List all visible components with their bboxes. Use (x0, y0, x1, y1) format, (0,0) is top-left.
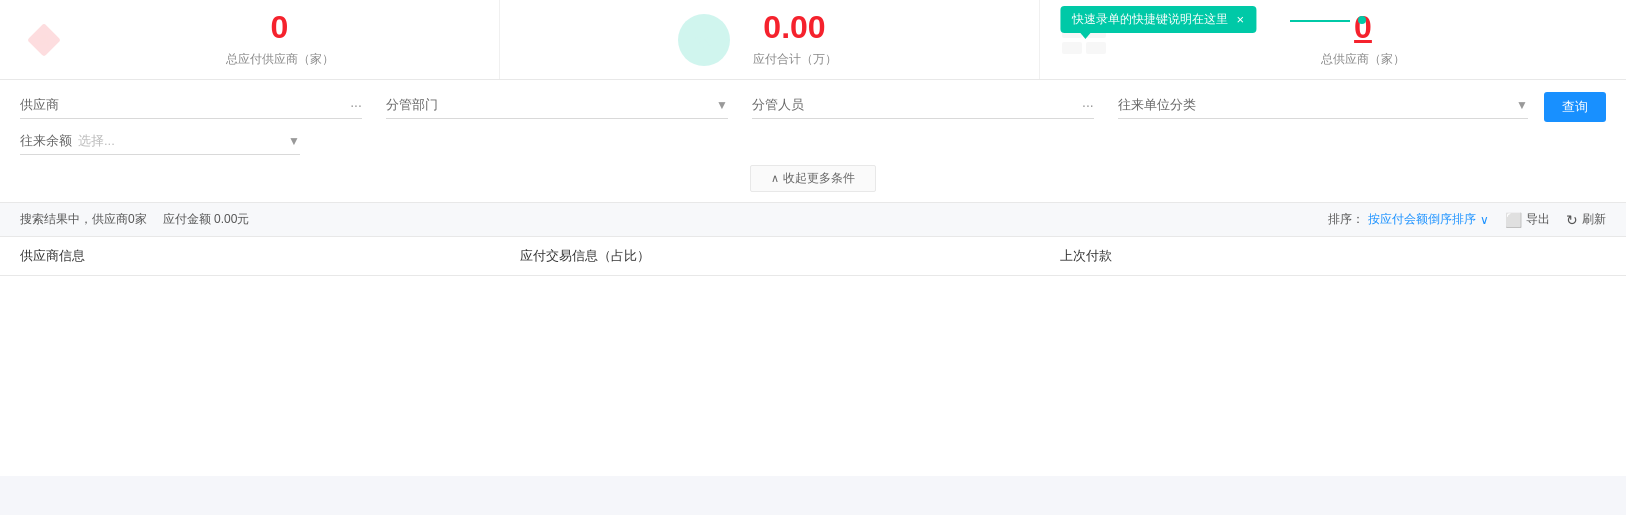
stat-payable-total: 米 0.00 应付合计（万） (500, 0, 1040, 79)
svg-text:供: 供 (38, 35, 50, 46)
balance-label: 往来余额 (20, 132, 72, 150)
unit-class-filter: 往来单位分类 ▼ (1118, 96, 1528, 119)
svg-text:米: 米 (695, 30, 713, 50)
total-payable-label: 总应付供应商（家） (226, 51, 334, 68)
results-actions: 排序： 按应付会额倒序排序 ∨ ⬜ 导出 ↻ 刷新 (1328, 211, 1606, 228)
filter-row-2: 往来余额 选择... ▼ (20, 132, 1606, 155)
pig-icon: 米 (674, 10, 734, 70)
balance-filter: 往来余额 选择... ▼ (20, 132, 300, 155)
supplier-input[interactable] (65, 97, 346, 112)
unit-class-input[interactable] (1202, 97, 1516, 112)
tooltip-bubble: 快速录单的快捷键说明在这里 × (1060, 6, 1256, 33)
refresh-btn[interactable]: ↻ 刷新 (1566, 211, 1606, 228)
supplier-dots-btn[interactable]: ··· (350, 97, 362, 113)
unit-class-label: 往来单位分类 (1118, 96, 1196, 114)
filter-row-1: 供应商 ··· 分管部门 ▼ 分管人员 ··· 往来单位分类 ▼ 查询 (20, 92, 1606, 122)
tooltip-close-btn[interactable]: × (1236, 12, 1244, 27)
person-dots-btn[interactable]: ··· (1082, 97, 1094, 113)
department-input[interactable] (444, 97, 716, 112)
export-icon: ⬜ (1505, 212, 1522, 228)
stats-bar: 供 0 总应付供应商（家） 米 0.00 应付合计（万） 快速录单的快捷键说明在… (0, 0, 1626, 80)
sort-label: 排序： (1328, 211, 1364, 228)
collapse-label: 收起更多条件 (783, 170, 855, 187)
sort-control[interactable]: 排序： 按应付会额倒序排序 ∨ (1328, 211, 1489, 228)
sort-chevron-icon: ∨ (1480, 213, 1489, 227)
query-button[interactable]: 查询 (1544, 92, 1606, 122)
collapse-btn[interactable]: ∧ 收起更多条件 (750, 165, 876, 192)
table-header: 供应商信息 应付交易信息（占比） 上次付款 (0, 237, 1626, 276)
col-supplier-header: 供应商信息 (20, 247, 520, 265)
refresh-label: 刷新 (1582, 211, 1606, 228)
tooltip-connector-dot (1358, 16, 1366, 24)
results-count: 搜索结果中，供应商0家 (20, 211, 147, 228)
svg-rect-6 (1062, 42, 1082, 54)
supplier-filter: 供应商 ··· (20, 96, 362, 119)
total-payable-value: 0 (271, 11, 289, 43)
department-filter: 分管部门 ▼ (386, 96, 728, 119)
col-last-payment-header: 上次付款 (1060, 247, 1606, 265)
stat-total-suppliers: 快速录单的快捷键说明在这里 × 0 总供应商（家） (1040, 0, 1626, 79)
collapse-arrow-icon: ∧ (771, 172, 779, 185)
tooltip-connector-line (1290, 20, 1350, 22)
payable-total-label: 应付合计（万） (753, 51, 837, 68)
sort-option: 按应付会额倒序排序 (1368, 211, 1476, 228)
department-label: 分管部门 (386, 96, 438, 114)
balance-placeholder: 选择... (78, 132, 288, 150)
diamond-icon: 供 (20, 16, 68, 64)
person-input[interactable] (810, 97, 1078, 112)
table-body (0, 276, 1626, 476)
supplier-label: 供应商 (20, 96, 59, 114)
total-suppliers-label: 总供应商（家） (1321, 51, 1405, 68)
filter-area: 供应商 ··· 分管部门 ▼ 分管人员 ··· 往来单位分类 ▼ 查询 往来余额… (0, 80, 1626, 203)
department-chevron-icon[interactable]: ▼ (716, 98, 728, 112)
stat-total-payable: 供 0 总应付供应商（家） (0, 0, 500, 79)
col-transaction-header: 应付交易信息（占比） (520, 247, 1060, 265)
results-amount: 应付金额 0.00元 (163, 211, 250, 228)
export-btn[interactable]: ⬜ 导出 (1505, 211, 1550, 228)
tooltip-text: 快速录单的快捷键说明在这里 (1072, 11, 1228, 28)
refresh-icon: ↻ (1566, 212, 1578, 228)
person-label: 分管人员 (752, 96, 804, 114)
person-filter: 分管人员 ··· (752, 96, 1094, 119)
export-label: 导出 (1526, 211, 1550, 228)
svg-rect-7 (1086, 42, 1106, 54)
results-bar: 搜索结果中，供应商0家 应付金额 0.00元 排序： 按应付会额倒序排序 ∨ ⬜… (0, 203, 1626, 237)
payable-total-value: 0.00 (763, 11, 825, 43)
unit-class-chevron-icon[interactable]: ▼ (1516, 98, 1528, 112)
results-summary: 搜索结果中，供应商0家 应付金额 0.00元 (20, 211, 249, 228)
balance-chevron-icon[interactable]: ▼ (288, 134, 300, 148)
